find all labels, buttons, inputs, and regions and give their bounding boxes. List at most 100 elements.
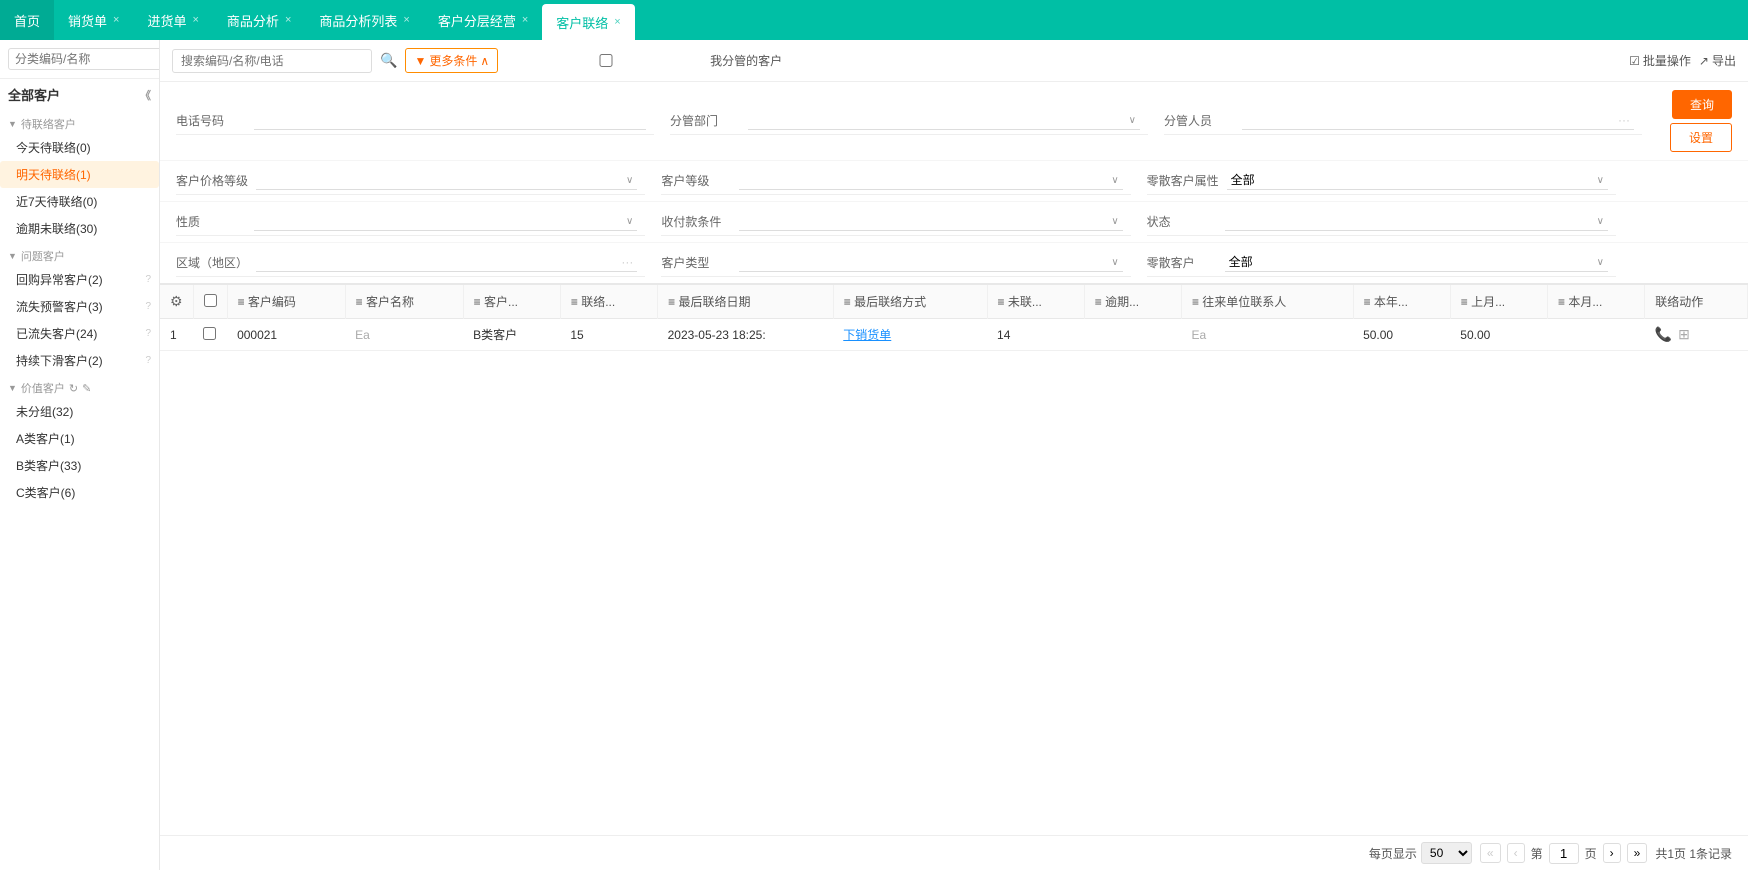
sidebar-item-7days[interactable]: 近7天待联络(0): [0, 188, 159, 215]
nav-product-analysis[interactable]: 商品分析 ×: [213, 0, 305, 40]
qr-icon[interactable]: ⊞: [1678, 326, 1690, 343]
col-last-month: ≡ 上月...: [1450, 285, 1547, 319]
filter-select-customer-level[interactable]: [739, 171, 1122, 190]
filter-cell-department: 分管部门: [670, 107, 1148, 135]
filter-panel: 电话号码 分管部门 分管人员 ··· 查询 设置: [160, 82, 1748, 285]
checkbox-icon: ☑: [1629, 54, 1640, 68]
row-index: 1: [160, 319, 193, 351]
nav-customer-contact[interactable]: 客户联络 ×: [542, 4, 634, 40]
filter-label-customer-level: 客户等级: [661, 172, 731, 189]
nav-customer-stratification[interactable]: 客户分层经营 ×: [424, 0, 542, 40]
sidebar-item-declining[interactable]: 持续下滑客户(2) ?: [0, 347, 159, 374]
settings-gear-icon[interactable]: ⚙: [170, 293, 183, 309]
row-select-checkbox[interactable]: [203, 327, 216, 340]
search-button[interactable]: 🔍: [380, 52, 397, 69]
nav-customer-stratification-close[interactable]: ×: [522, 14, 528, 26]
sidebar-item-tomorrow[interactable]: 明天待联络(1): [0, 161, 159, 188]
nav-product-analysis-list-close[interactable]: ×: [403, 14, 409, 26]
filter-select-status[interactable]: [1225, 212, 1608, 231]
nav-product-analysis-list[interactable]: 商品分析列表 ×: [305, 0, 423, 40]
value-refresh-icon[interactable]: ↻: [69, 382, 78, 395]
filter-select-retail-attr[interactable]: 全部: [1227, 171, 1608, 190]
filter-select-department[interactable]: [748, 111, 1140, 130]
filter-select-price-level[interactable]: [256, 171, 637, 190]
filter-nature-wrap: [254, 212, 637, 231]
more-filters-button[interactable]: ▼ 更多条件 ∧: [405, 48, 498, 73]
prev-page-button[interactable]: ‹: [1507, 843, 1525, 863]
row-last-month: 50.00: [1450, 319, 1547, 351]
filter-retail-attr-wrap: 全部: [1227, 171, 1608, 190]
filter-dots-manager[interactable]: ···: [1618, 113, 1630, 127]
sidebar-item-today[interactable]: 今天待联络(0): [0, 134, 159, 161]
total-records: 共1页 1条记录: [1655, 845, 1732, 862]
nav-sales-order-close[interactable]: ×: [113, 14, 119, 26]
nav-customer-contact-close[interactable]: ×: [614, 16, 620, 28]
col-contact-count: ≡ 联络...: [560, 285, 657, 319]
first-page-button[interactable]: «: [1480, 843, 1501, 863]
row-unit-contact: Ea: [1181, 319, 1353, 351]
next-page-button[interactable]: ›: [1603, 843, 1621, 863]
table-footer: 每页显示 50 100 « ‹ 第 页 › » 共1页 1条记录: [160, 835, 1748, 870]
value-edit-icon[interactable]: ✎: [82, 382, 91, 395]
export-button[interactable]: ↗ 导出: [1699, 52, 1736, 69]
filter-select-customer-type[interactable]: [739, 253, 1122, 272]
col-code: ≡ 客户编码: [227, 285, 345, 319]
main-layout: 🔍 全部客户 《 待联络客户 今天待联络(0) 明天待联络(1) 近7天待联络(…: [0, 40, 1748, 870]
filter-select-payment-terms[interactable]: [739, 212, 1122, 231]
filter-cell-manager: 分管人员 ···: [1164, 107, 1642, 135]
nav-purchase-order[interactable]: 进货单 ×: [133, 0, 212, 40]
nav-product-analysis-close[interactable]: ×: [285, 14, 291, 26]
sidebar-all-customers[interactable]: 全部客户 《: [0, 79, 159, 110]
sidebar: 🔍 全部客户 《 待联络客户 今天待联络(0) 明天待联络(1) 近7天待联络(…: [0, 40, 160, 870]
sidebar-item-class-a[interactable]: A类客户(1): [0, 425, 159, 452]
search-input[interactable]: [172, 49, 372, 73]
select-all-checkbox[interactable]: [204, 294, 217, 307]
filter-label-status: 状态: [1147, 213, 1217, 230]
nav-purchase-order-close[interactable]: ×: [192, 14, 198, 26]
filter-cell-status: 状态: [1147, 208, 1616, 236]
row-contact-count: 15: [560, 319, 657, 351]
row-this-month: [1548, 319, 1645, 351]
last-method-link[interactable]: 下销货单: [843, 328, 891, 342]
page-number-input[interactable]: [1549, 843, 1579, 864]
filter-label-phone: 电话号码: [176, 112, 246, 129]
row-last-method[interactable]: 下销货单: [833, 319, 987, 351]
sidebar-item-overdue[interactable]: 逾期未联络(30): [0, 215, 159, 242]
col-last-date: ≡ 最后联络日期: [658, 285, 834, 319]
filter-dots-region[interactable]: ···: [621, 255, 633, 269]
sidebar-item-repurchase-abnormal[interactable]: 回购异常客户(2) ?: [0, 266, 159, 293]
nav-home[interactable]: 首页: [0, 0, 54, 40]
col-gear[interactable]: ⚙: [160, 285, 193, 319]
filter-cell-retail-customer: 零散客户 全部: [1147, 249, 1616, 277]
nav-sales-order[interactable]: 销货单 ×: [54, 0, 133, 40]
col-type: ≡ 客户...: [463, 285, 560, 319]
filter-input-phone[interactable]: [254, 111, 646, 130]
help-icon-churn-warning: ?: [145, 301, 151, 312]
sidebar-search-input[interactable]: [8, 48, 160, 70]
sidebar-item-churn-warning[interactable]: 流失预警客户(3) ?: [0, 293, 159, 320]
my-customers-checkbox-label[interactable]: 我分管的客户: [506, 52, 782, 69]
batch-operation-button[interactable]: ☑ 批量操作: [1629, 52, 1691, 69]
filter-label-payment-terms: 收付款条件: [661, 213, 731, 230]
pagination-nav: « ‹ 第 页 › »: [1480, 843, 1647, 864]
sidebar-item-churned[interactable]: 已流失客户(24) ?: [0, 320, 159, 347]
page-size-select[interactable]: 50 100: [1421, 842, 1472, 864]
filter-select-nature[interactable]: [254, 212, 637, 231]
sidebar-item-ungrouped[interactable]: 未分组(32): [0, 398, 159, 425]
sidebar-item-class-c[interactable]: C类客户(6): [0, 479, 159, 506]
last-page-button[interactable]: »: [1627, 843, 1648, 863]
filter-label-retail-customer: 零散客户: [1147, 254, 1217, 271]
reset-button[interactable]: 设置: [1670, 123, 1732, 152]
col-actions: 联络动作: [1645, 285, 1748, 319]
sidebar-item-class-b[interactable]: B类客户(33): [0, 452, 159, 479]
filter-cell-price-level: 客户价格等级: [176, 167, 645, 195]
my-customers-checkbox[interactable]: [506, 54, 706, 67]
call-icon[interactable]: 📞: [1655, 326, 1672, 343]
filter-cell-retail-attr: 零散客户属性 全部: [1147, 167, 1616, 195]
col-checkbox[interactable]: [193, 285, 227, 319]
sidebar-group-value: 价值客户 ↻ ✎: [0, 374, 159, 398]
filter-select-retail-customer[interactable]: 全部: [1225, 253, 1608, 272]
row-checkbox[interactable]: [193, 319, 227, 351]
row-overdue: [1084, 319, 1181, 351]
query-button[interactable]: 查询: [1672, 90, 1732, 119]
